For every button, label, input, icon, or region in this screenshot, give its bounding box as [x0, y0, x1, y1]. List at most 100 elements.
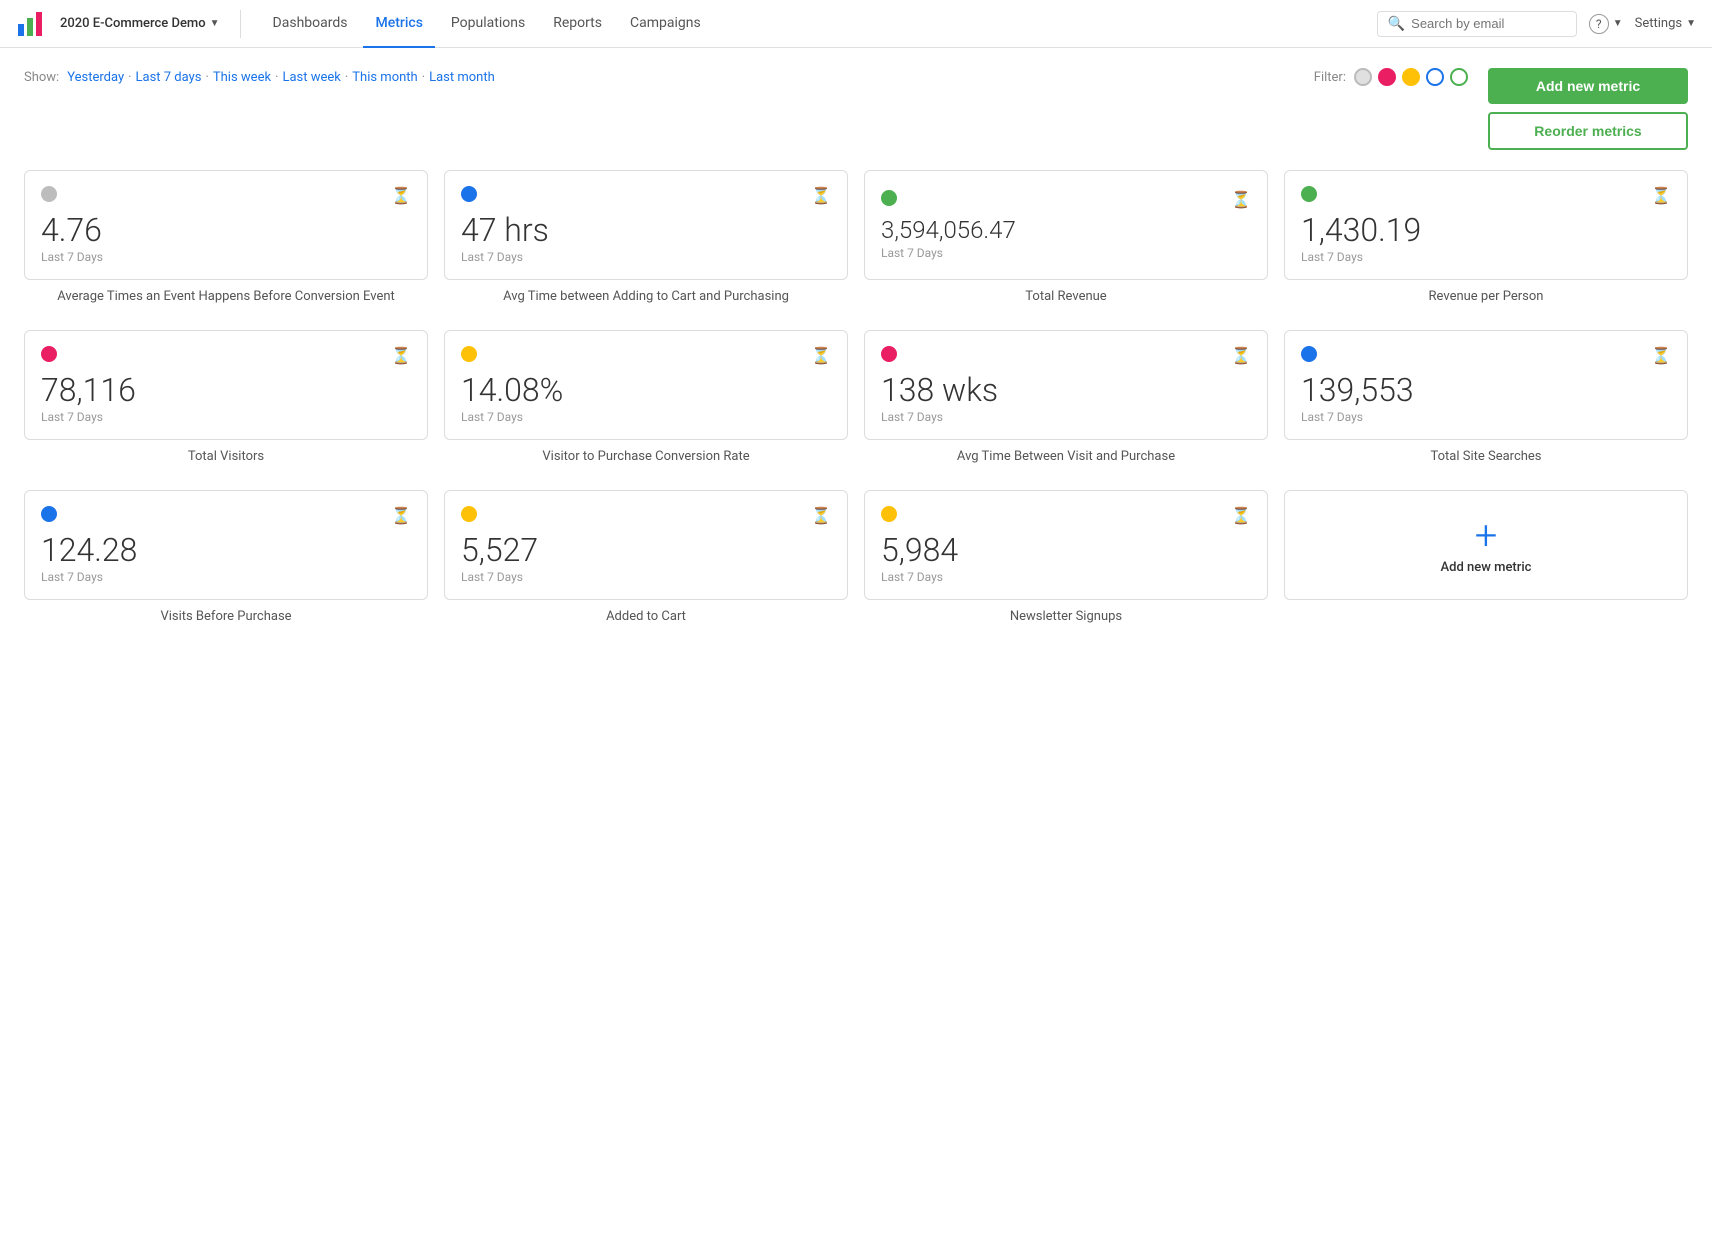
action-buttons: Add new metric Reorder metrics [1488, 68, 1688, 150]
time-yesterday[interactable]: Yesterday [67, 70, 124, 85]
reorder-metrics-button[interactable]: Reorder metrics [1488, 112, 1688, 150]
time-thismonth[interactable]: This month [352, 70, 417, 85]
metric-dot-yellow-3 [881, 506, 897, 522]
filter-dot-yellow[interactable] [1402, 68, 1420, 86]
search-input[interactable] [1411, 16, 1566, 31]
clock-icon[interactable]: ⏳ [391, 186, 411, 205]
filter-dot-green[interactable] [1450, 68, 1468, 86]
metric-period-avg-event: Last 7 Days [41, 250, 411, 264]
metric-group-visits-before-purchase: ⏳ 124.28 Last 7 Days Visits Before Purch… [24, 490, 428, 629]
metric-label-visitors: Total Visitors [24, 448, 428, 466]
metric-period-avg-time-cart: Last 7 Days [461, 250, 831, 264]
metric-period-conversion-rate: Last 7 Days [461, 410, 831, 424]
main-content: Show: Yesterday · Last 7 days · This wee… [0, 48, 1712, 673]
metric-value-avg-event: 4.76 [41, 213, 411, 248]
help-icon: ? [1589, 14, 1609, 34]
search-box[interactable]: 🔍 [1377, 11, 1577, 37]
filter-label: Filter: [1314, 70, 1346, 85]
clock-icon-2[interactable]: ⏳ [811, 186, 831, 205]
clock-icon-6[interactable]: ⏳ [811, 346, 831, 365]
navbar: 2020 E-Commerce Demo ▼ Dashboards Metric… [0, 0, 1712, 48]
metric-card-avg-visit-purchase: ⏳ 138 wks Last 7 Days [864, 330, 1268, 440]
filter-bar: Show: Yesterday · Last 7 days · This wee… [24, 68, 1488, 86]
clock-icon-11[interactable]: ⏳ [1231, 506, 1251, 525]
metric-card-avg-time-cart: ⏳ 47 hrs Last 7 Days [444, 170, 848, 280]
metric-card-revenue-person: ⏳ 1,430.19 Last 7 Days [1284, 170, 1688, 280]
add-metric-button[interactable]: Add new metric [1488, 68, 1688, 104]
clock-icon-5[interactable]: ⏳ [391, 346, 411, 365]
nav-divider [240, 10, 241, 38]
metric-value-visitors: 78,116 [41, 373, 411, 408]
metrics-row-3: ⏳ 124.28 Last 7 Days Visits Before Purch… [24, 490, 1688, 629]
metric-label-visits-before-purchase: Visits Before Purchase [24, 608, 428, 626]
metric-group-site-searches: ⏳ 139,553 Last 7 Days Total Site Searche… [1284, 330, 1688, 466]
nav-populations[interactable]: Populations [439, 0, 537, 48]
metric-dot-yellow-2 [461, 506, 477, 522]
metric-dot-green-2 [1301, 186, 1317, 202]
metric-card-visitors: ⏳ 78,116 Last 7 Days [24, 330, 428, 440]
metric-group-conversion-rate: ⏳ 14.08% Last 7 Days Visitor to Purchase… [444, 330, 848, 466]
filter-dot-pink[interactable] [1378, 68, 1396, 86]
metric-label-avg-visit-purchase: Avg Time Between Visit and Purchase [864, 448, 1268, 466]
metric-period-visitors: Last 7 Days [41, 410, 411, 424]
metric-period-total-revenue: Last 7 Days [881, 246, 1251, 260]
time-links: Yesterday · Last 7 days · This week · La… [67, 70, 495, 85]
filter-section: Filter: [1314, 68, 1468, 86]
metric-value-visits-before-purchase: 124.28 [41, 533, 411, 568]
metric-dot-pink-2 [881, 346, 897, 362]
metric-group-visitors: ⏳ 78,116 Last 7 Days Total Visitors [24, 330, 428, 466]
metrics-grid-2: ⏳ 78,116 Last 7 Days Total Visitors ⏳ 14… [24, 330, 1688, 466]
metric-card-newsletter: ⏳ 5,984 Last 7 Days [864, 490, 1268, 600]
logo[interactable] [16, 10, 44, 38]
add-new-metric-card[interactable]: + Add new metric [1284, 490, 1688, 600]
time-last7days[interactable]: Last 7 days [136, 70, 202, 85]
nav-metrics[interactable]: Metrics [363, 0, 434, 48]
metric-dot-green [881, 190, 897, 206]
metric-card-site-searches: ⏳ 139,553 Last 7 Days [1284, 330, 1688, 440]
help-button[interactable]: ? ▼ [1589, 14, 1623, 34]
clock-icon-7[interactable]: ⏳ [1231, 346, 1251, 365]
settings-chevron: ▼ [1686, 18, 1696, 29]
clock-icon-4[interactable]: ⏳ [1651, 186, 1671, 205]
filter-dot-blue[interactable] [1426, 68, 1444, 86]
metric-value-added-to-cart: 5,527 [461, 533, 831, 568]
help-chevron: ▼ [1613, 18, 1623, 29]
metric-label-avg-time-cart: Avg Time between Adding to Cart and Purc… [444, 288, 848, 306]
metric-value-total-revenue: 3,594,056.47 [881, 217, 1251, 243]
clock-icon-8[interactable]: ⏳ [1651, 346, 1671, 365]
metric-card-added-to-cart: ⏳ 5,527 Last 7 Days [444, 490, 848, 600]
nav-campaigns[interactable]: Campaigns [618, 0, 713, 48]
metric-period-revenue-person: Last 7 Days [1301, 250, 1671, 264]
clock-icon-10[interactable]: ⏳ [811, 506, 831, 525]
metric-card-avg-event: ⏳ 4.76 Last 7 Days [24, 170, 428, 280]
nav-dashboards[interactable]: Dashboards [261, 0, 360, 48]
metric-card-total-revenue: ⏳ 3,594,056.47 Last 7 Days [864, 170, 1268, 280]
settings-button[interactable]: Settings ▼ [1635, 16, 1696, 31]
metric-dot-gray [41, 186, 57, 202]
metric-period-added-to-cart: Last 7 Days [461, 570, 831, 584]
metrics-row-2: ⏳ 78,116 Last 7 Days Total Visitors ⏳ 14… [24, 330, 1688, 466]
time-lastmonth[interactable]: Last month [429, 70, 495, 85]
metric-period-avg-visit-purchase: Last 7 Days [881, 410, 1251, 424]
metric-value-conversion-rate: 14.08% [461, 373, 831, 408]
filter-dot-gray[interactable] [1354, 68, 1372, 86]
metric-dot-blue-3 [41, 506, 57, 522]
metric-period-site-searches: Last 7 Days [1301, 410, 1671, 424]
metric-value-avg-time-cart: 47 hrs [461, 213, 831, 248]
metric-label-conversion-rate: Visitor to Purchase Conversion Rate [444, 448, 848, 466]
nav-links: Dashboards Metrics Populations Reports C… [261, 0, 713, 48]
time-lastweek[interactable]: Last week [282, 70, 340, 85]
nav-reports[interactable]: Reports [541, 0, 614, 48]
add-new-metric-label: Add new metric [1441, 560, 1532, 575]
metric-value-newsletter: 5,984 [881, 533, 1251, 568]
metrics-grid-1: ⏳ 4.76 Last 7 Days Average Times an Even… [24, 170, 1688, 306]
metrics-row-1: ⏳ 4.76 Last 7 Days Average Times an Even… [24, 170, 1688, 306]
brand-name[interactable]: 2020 E-Commerce Demo ▼ [60, 16, 220, 31]
nav-right: 🔍 ? ▼ Settings ▼ [1377, 11, 1696, 37]
metric-dot-yellow [461, 346, 477, 362]
metric-label-avg-event: Average Times an Event Happens Before Co… [24, 288, 428, 306]
clock-icon-9[interactable]: ⏳ [391, 506, 411, 525]
clock-icon-3[interactable]: ⏳ [1231, 190, 1251, 209]
metric-group-added-to-cart: ⏳ 5,527 Last 7 Days Added to Cart [444, 490, 848, 629]
time-thisweek[interactable]: This week [213, 70, 271, 85]
